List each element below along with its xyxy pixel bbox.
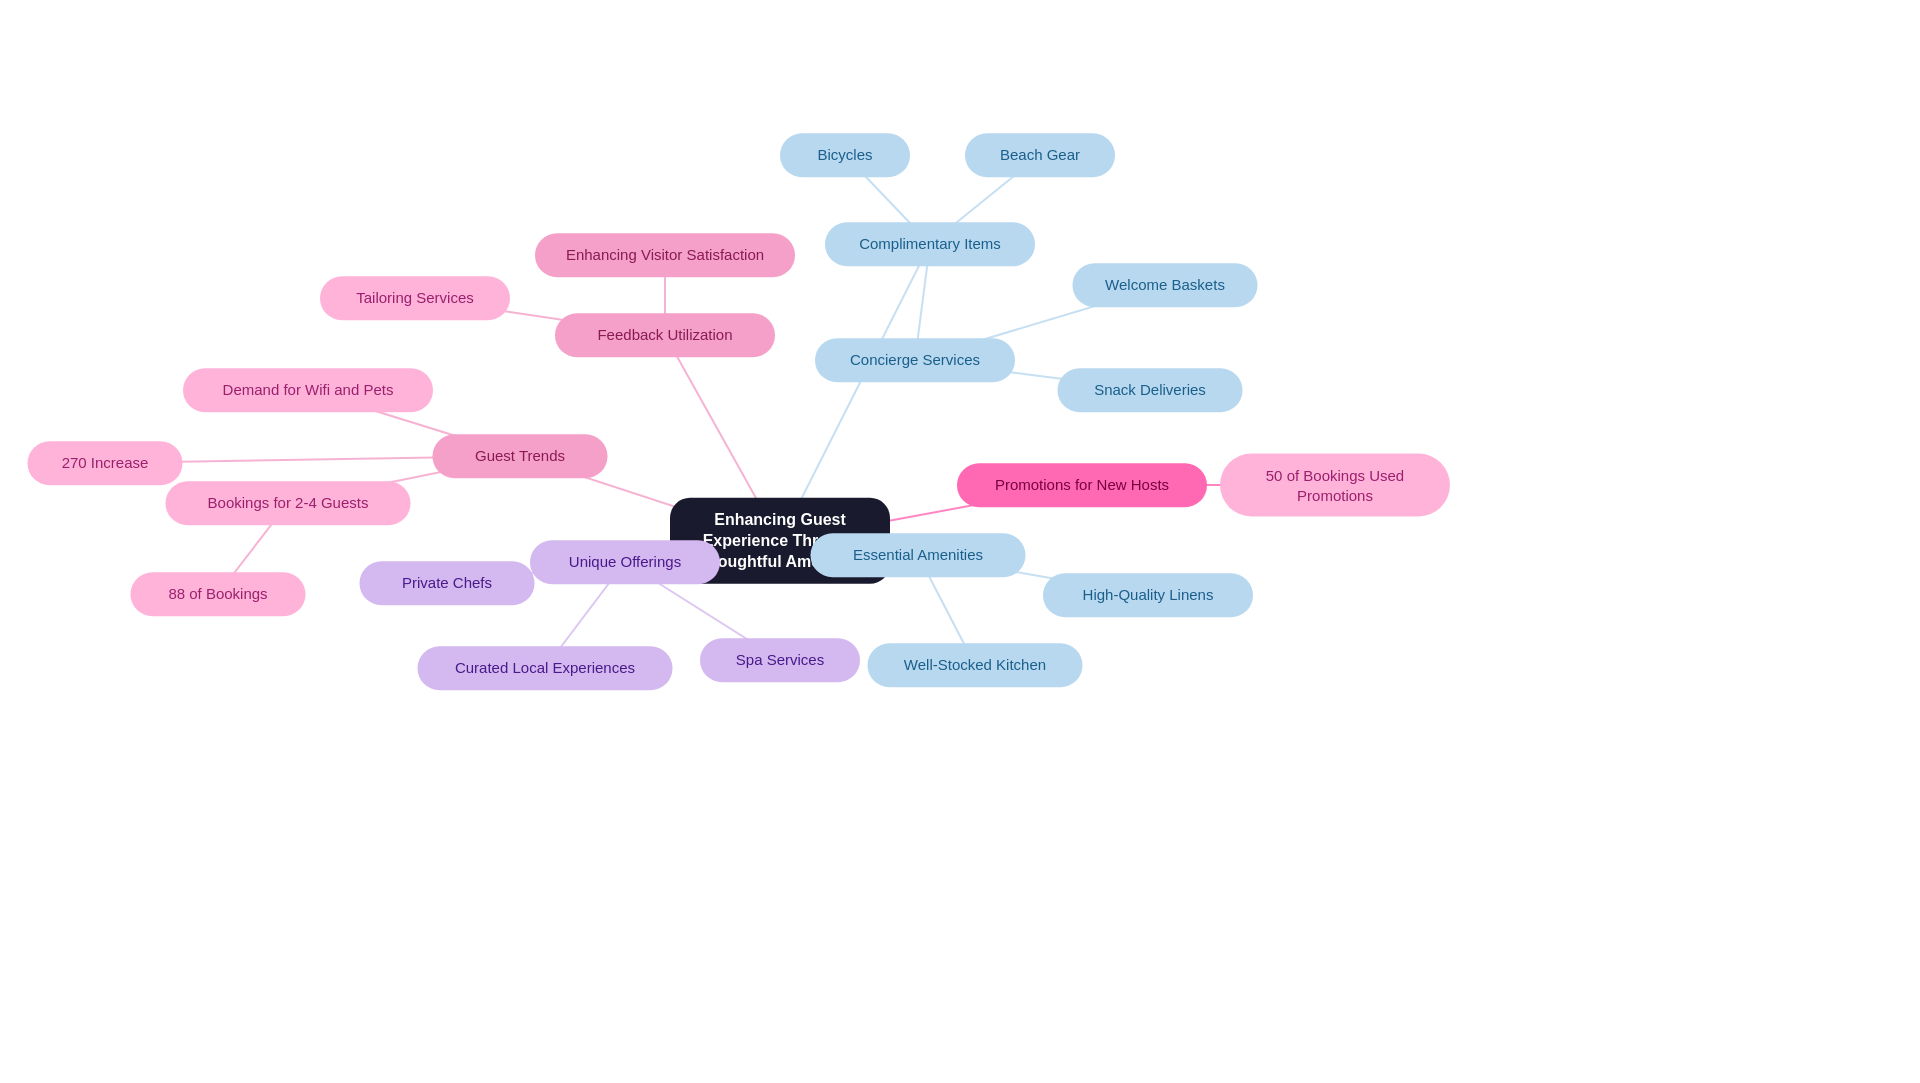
node-bicycles[interactable]: Bicycles: [780, 133, 910, 177]
node-guest-trends[interactable]: Guest Trends: [433, 434, 608, 478]
mindmap-container: Enhancing Guest Experience Through Thoug…: [0, 0, 1920, 1083]
node-spa-services[interactable]: Spa Services: [700, 638, 860, 682]
node-essential-amenities[interactable]: Essential Amenities: [811, 533, 1026, 577]
node-high-quality-linens[interactable]: High-Quality Linens: [1043, 573, 1253, 617]
node-enhancing-visitor[interactable]: Enhancing Visitor Satisfaction: [535, 233, 795, 277]
node-private-chefs[interactable]: Private Chefs: [360, 561, 535, 605]
node-unique-offerings[interactable]: Unique Offerings: [530, 540, 720, 584]
node-tailoring-services[interactable]: Tailoring Services: [320, 276, 510, 320]
node-270-increase[interactable]: 270 Increase: [28, 441, 183, 485]
svg-line-0: [780, 244, 930, 541]
node-complimentary-items[interactable]: Complimentary Items: [825, 222, 1035, 266]
node-well-stocked-kitchen[interactable]: Well-Stocked Kitchen: [868, 643, 1083, 687]
node-welcome-baskets[interactable]: Welcome Baskets: [1073, 263, 1258, 307]
node-demand-wifi[interactable]: Demand for Wifi and Pets: [183, 368, 433, 412]
node-promotions-new-hosts[interactable]: Promotions for New Hosts: [957, 463, 1207, 507]
node-curated-local[interactable]: Curated Local Experiences: [418, 646, 673, 690]
node-bookings-2-4[interactable]: Bookings for 2-4 Guests: [166, 481, 411, 525]
node-50-bookings-promotions[interactable]: 50 of Bookings Used Promotions: [1220, 454, 1450, 517]
node-snack-deliveries[interactable]: Snack Deliveries: [1058, 368, 1243, 412]
node-beach-gear[interactable]: Beach Gear: [965, 133, 1115, 177]
node-88-bookings[interactable]: 88 of Bookings: [131, 572, 306, 616]
node-feedback-utilization[interactable]: Feedback Utilization: [555, 313, 775, 357]
node-concierge-services[interactable]: Concierge Services: [815, 338, 1015, 382]
